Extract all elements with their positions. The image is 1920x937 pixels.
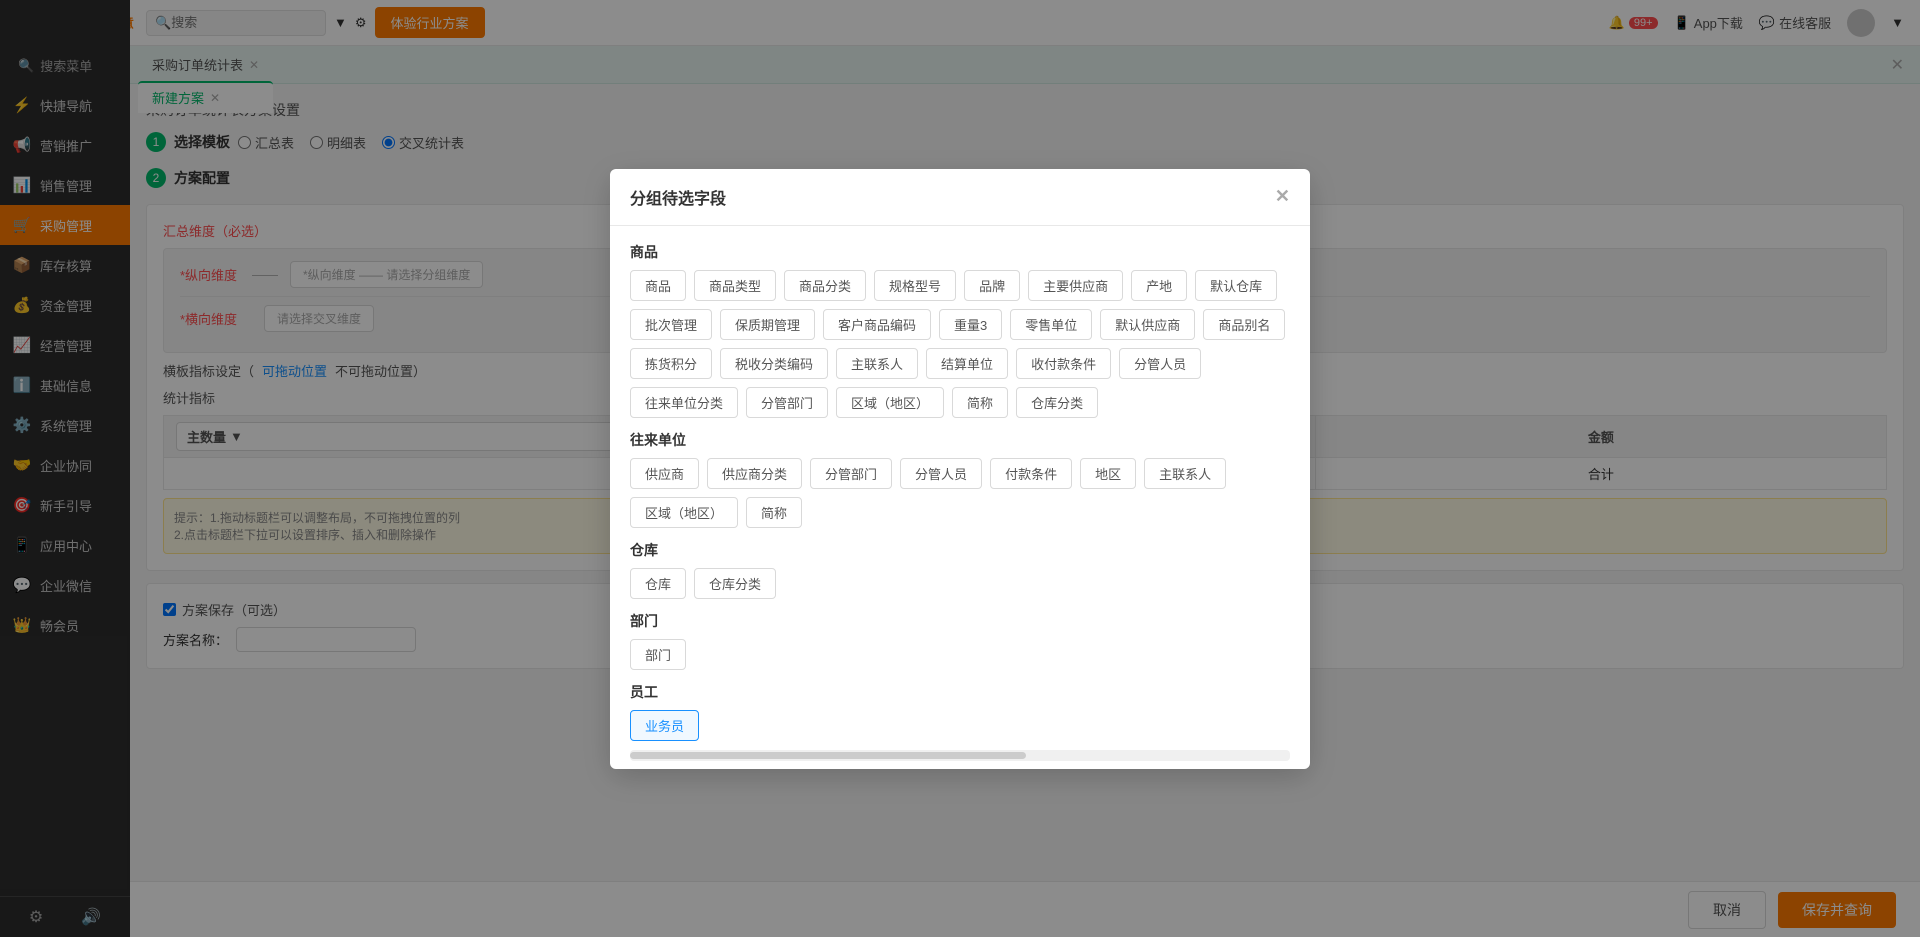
modal-close-button[interactable]: ✕ [1275,186,1290,207]
field-tag-0-14[interactable]: 商品别名 [1203,309,1285,340]
section-tags-3: 部门 [630,639,1290,670]
field-tag-0-15[interactable]: 拣货积分 [630,348,712,379]
field-tag-1-7[interactable]: 区域（地区） [630,497,738,528]
field-select-modal: 分组待选字段 ✕ 商品商品商品类型商品分类规格型号品牌主要供应商产地默认仓库批次… [610,169,1310,769]
field-tag-0-1[interactable]: 商品类型 [694,270,776,301]
field-tag-0-0[interactable]: 商品 [630,270,686,301]
modal-body[interactable]: 商品商品商品类型商品分类规格型号品牌主要供应商产地默认仓库批次管理保质期管理客户… [610,226,1310,751]
modal-hscroll-thumb[interactable] [630,752,1026,758]
field-tag-0-23[interactable]: 区域（地区） [836,387,944,418]
field-tag-0-25[interactable]: 仓库分类 [1016,387,1098,418]
field-tag-0-6[interactable]: 产地 [1131,270,1187,301]
field-tag-0-13[interactable]: 默认供应商 [1100,309,1195,340]
field-tag-0-22[interactable]: 分管部门 [746,387,828,418]
field-tag-1-6[interactable]: 主联系人 [1144,458,1226,489]
field-tag-0-9[interactable]: 保质期管理 [720,309,815,340]
field-tag-0-19[interactable]: 收付款条件 [1016,348,1111,379]
field-tag-0-3[interactable]: 规格型号 [874,270,956,301]
field-tag-4-0[interactable]: 业务员 [630,710,699,741]
field-tag-1-2[interactable]: 分管部门 [810,458,892,489]
field-tag-2-1[interactable]: 仓库分类 [694,568,776,599]
field-tag-1-0[interactable]: 供应商 [630,458,699,489]
section-title-1: 往来单位 [630,430,1290,450]
field-tag-0-8[interactable]: 批次管理 [630,309,712,340]
modal-sections: 商品商品商品类型商品分类规格型号品牌主要供应商产地默认仓库批次管理保质期管理客户… [630,242,1290,751]
field-tag-0-10[interactable]: 客户商品编码 [823,309,931,340]
field-tag-1-5[interactable]: 地区 [1080,458,1136,489]
section-tags-4: 业务员 [630,710,1290,741]
field-tag-0-11[interactable]: 重量3 [939,309,1002,340]
field-tag-0-24[interactable]: 简称 [952,387,1008,418]
section-title-2: 仓库 [630,540,1290,560]
field-tag-1-8[interactable]: 简称 [746,497,802,528]
field-tag-2-0[interactable]: 仓库 [630,568,686,599]
field-tag-0-4[interactable]: 品牌 [964,270,1020,301]
field-tag-0-2[interactable]: 商品分类 [784,270,866,301]
section-title-3: 部门 [630,611,1290,631]
section-title-4: 员工 [630,682,1290,702]
modal-horizontal-scrollbar[interactable] [630,750,1290,760]
field-tag-0-17[interactable]: 主联系人 [836,348,918,379]
section-tags-0: 商品商品类型商品分类规格型号品牌主要供应商产地默认仓库批次管理保质期管理客户商品… [630,270,1290,418]
field-tag-3-0[interactable]: 部门 [630,639,686,670]
field-tag-1-4[interactable]: 付款条件 [990,458,1072,489]
field-tag-0-12[interactable]: 零售单位 [1010,309,1092,340]
modal-title: 分组待选字段 [630,185,726,209]
section-title-0: 商品 [630,242,1290,262]
modal-overlay: 分组待选字段 ✕ 商品商品商品类型商品分类规格型号品牌主要供应商产地默认仓库批次… [0,0,1920,937]
field-tag-0-18[interactable]: 结算单位 [926,348,1008,379]
section-tags-2: 仓库仓库分类 [630,568,1290,599]
field-tag-0-16[interactable]: 税收分类编码 [720,348,828,379]
field-tag-0-5[interactable]: 主要供应商 [1028,270,1123,301]
modal-header: 分组待选字段 ✕ [610,169,1310,226]
field-tag-0-7[interactable]: 默认仓库 [1195,270,1277,301]
field-tag-1-3[interactable]: 分管人员 [900,458,982,489]
section-tags-1: 供应商供应商分类分管部门分管人员付款条件地区主联系人区域（地区） 简称 [630,458,1290,528]
field-tag-0-20[interactable]: 分管人员 [1119,348,1201,379]
field-tag-0-21[interactable]: 往来单位分类 [630,387,738,418]
field-tag-1-1[interactable]: 供应商分类 [707,458,802,489]
